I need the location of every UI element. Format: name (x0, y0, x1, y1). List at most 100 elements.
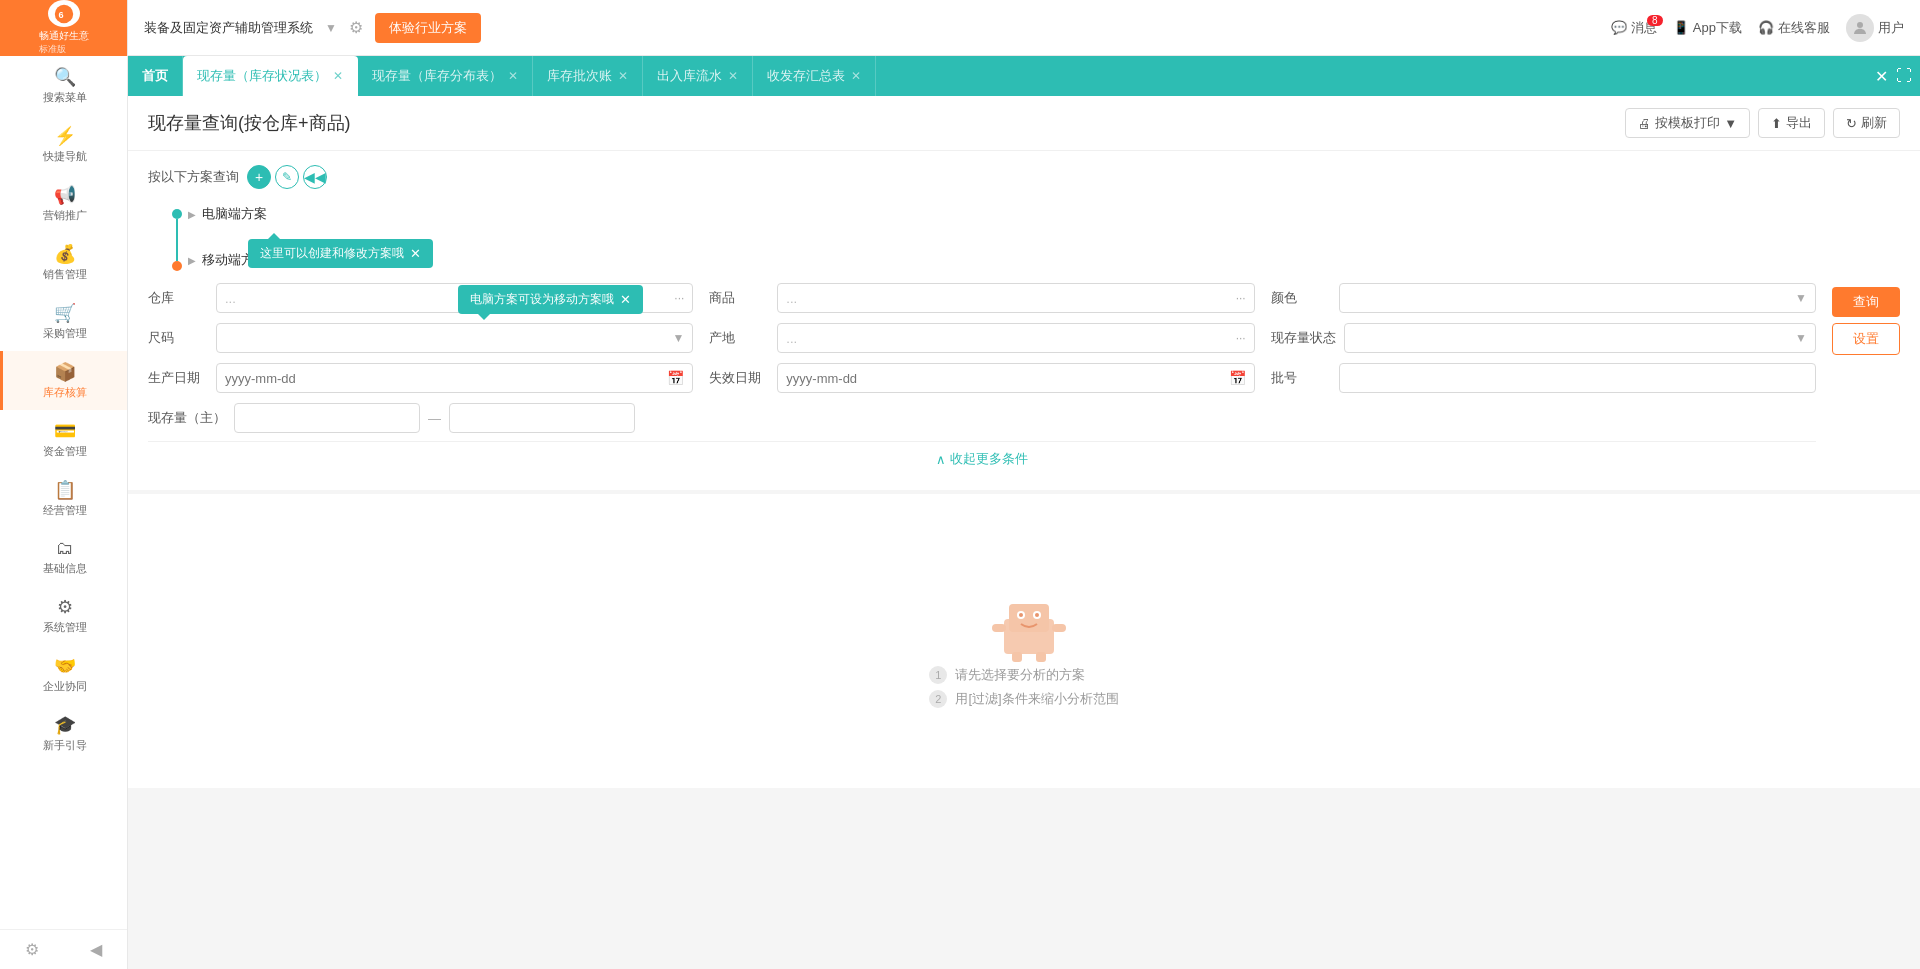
refresh-button[interactable]: ↻ 刷新 (1833, 108, 1900, 138)
stock-max-input[interactable] (449, 403, 635, 433)
close-all-tabs-icon[interactable]: ✕ (1875, 67, 1888, 86)
tab-collection[interactable]: 收发存汇总表 ✕ (753, 56, 876, 96)
settings-footer-icon[interactable]: ⚙ (25, 940, 39, 959)
tab-inventory-dist[interactable]: 现存量（库存分布表） ✕ (358, 56, 533, 96)
empty-state-container: 1 请先选择要分析的方案 2 用[过滤]条件来缩小分析范围 (128, 494, 1920, 788)
sidebar-item-enterprise[interactable]: 🤝 企业协同 (0, 645, 127, 704)
gear-icon: ⚙ (57, 596, 73, 618)
produce-date-input[interactable]: 📅 (216, 363, 693, 393)
svg-rect-10 (1052, 624, 1066, 632)
filter-row-stock-status: 现存量状态 ▼ (1271, 323, 1816, 353)
filter-row-color: 颜色 ▼ (1271, 283, 1816, 313)
scheme-item-pc[interactable]: ▶ 电脑端方案 (168, 201, 1900, 227)
empty-text: 1 请先选择要分析的方案 2 用[过滤]条件来缩小分析范围 (929, 666, 1118, 708)
sidebar-item-quick[interactable]: ⚡ 快捷导航 (0, 115, 127, 174)
cart-icon: 🛒 (54, 302, 76, 324)
sidebar-item-operation[interactable]: 📋 经营管理 (0, 469, 127, 528)
calendar-icon2: 📅 (1229, 370, 1246, 386)
dropdown-arrow-icon[interactable]: ▼ (325, 21, 337, 35)
maximize-icon[interactable]: ⛶ (1896, 67, 1912, 85)
svg-point-2 (1857, 22, 1863, 28)
tooltip1-close-button[interactable]: ✕ (620, 292, 631, 307)
tab-inout[interactable]: 出入库流水 ✕ (643, 56, 753, 96)
phone-icon: 📱 (1673, 20, 1689, 35)
batch-input[interactable] (1339, 363, 1816, 393)
arrow-left-button[interactable]: ◀◀ (303, 165, 327, 189)
stock-max-field[interactable] (458, 411, 626, 426)
sidebar-item-guide[interactable]: 🎓 新手引导 (0, 704, 127, 763)
main-area: 装备及固定资产辅助管理系统 ▼ ⚙ 体验行业方案 💬 消息 8 📱 App下载 … (128, 0, 1920, 969)
stock-status-select[interactable]: ▼ (1344, 323, 1816, 353)
sidebar: 6 畅通好生意 标准版 🔍 搜索菜单 ⚡ 快捷导航 📢 营销推广 💰 销售管理 … (0, 0, 128, 969)
sidebar-item-inventory[interactable]: 📦 库存核算 (0, 351, 127, 410)
money-icon: 💰 (54, 243, 76, 265)
user-item[interactable]: 用户 (1846, 14, 1904, 42)
filter-grid: 仓库 ... ··· 商品 ... (148, 283, 1816, 393)
connector-dot-top (172, 209, 182, 219)
origin-select[interactable]: ... ··· (777, 323, 1254, 353)
sidebar-item-system[interactable]: ⚙ 系统管理 (0, 586, 127, 645)
svg-point-8 (1035, 613, 1039, 617)
app-download-item[interactable]: 📱 App下载 (1673, 19, 1742, 37)
edit-scheme-button[interactable]: ✎ (275, 165, 299, 189)
origin-dropdown-icon: ··· (1236, 331, 1246, 345)
print-button[interactable]: 🖨 按模板打印 ▼ (1625, 108, 1750, 138)
tab-close-icon[interactable]: ✕ (333, 69, 343, 83)
message-icon: 💬 (1611, 20, 1627, 35)
batch-field[interactable] (1348, 371, 1807, 386)
add-scheme-button[interactable]: + (247, 165, 271, 189)
industry-plan-button[interactable]: 体验行业方案 (375, 13, 481, 43)
sidebar-item-finance[interactable]: 💳 资金管理 (0, 410, 127, 469)
sidebar-item-marketing[interactable]: 📢 营销推广 (0, 174, 127, 233)
system-title: 装备及固定资产辅助管理系统 (144, 19, 313, 37)
logo-icon: 6 (48, 0, 80, 27)
color-select[interactable]: ▼ (1339, 283, 1816, 313)
filter-grid-area: 仓库 ... ··· 商品 ... (148, 283, 1816, 476)
tab-inventory-status[interactable]: 现存量（库存状况表） ✕ (183, 56, 358, 96)
message-item[interactable]: 💬 消息 8 (1611, 19, 1657, 37)
stock-min-field[interactable] (243, 411, 411, 426)
reset-button[interactable]: 设置 (1832, 323, 1900, 355)
page-actions: 🖨 按模板打印 ▼ ⬆ 导出 ↻ 刷新 (1625, 108, 1900, 138)
sidebar-footer: ⚙ ◀ (0, 929, 127, 969)
print-icon: 🖨 (1638, 116, 1651, 131)
sidebar-item-search[interactable]: 🔍 搜索菜单 (0, 56, 127, 115)
tab-close-icon2[interactable]: ✕ (508, 69, 518, 83)
page-header: 现存量查询(按仓库+商品) 🖨 按模板打印 ▼ ⬆ 导出 ↻ 刷新 (128, 96, 1920, 151)
produce-date-field[interactable] (225, 371, 667, 386)
refresh-icon: ↻ (1846, 116, 1857, 131)
stock-min-input[interactable] (234, 403, 420, 433)
warehouse-dropdown-icon: ··· (674, 291, 684, 305)
connector-line (176, 219, 178, 261)
sidebar-item-sales[interactable]: 💰 销售管理 (0, 233, 127, 292)
logo-text: 畅通好生意 标准版 (39, 29, 89, 56)
tabs-right-actions: ✕ ⛶ (1875, 67, 1920, 86)
filter-section-inner: 按以下方案查询 + ✎ ◀◀ 电脑方案可设为移动方案哦 ✕ (148, 165, 1900, 476)
tab-close-icon4[interactable]: ✕ (728, 69, 738, 83)
online-service-item[interactable]: 🎧 在线客服 (1758, 19, 1830, 37)
tab-home[interactable]: 首页 (128, 56, 183, 96)
header-gear-icon[interactable]: ⚙ (349, 18, 363, 37)
tab-close-icon3[interactable]: ✕ (618, 69, 628, 83)
scheme-arrow-mobile: ▶ (188, 255, 196, 266)
search-button[interactable]: 查询 (1832, 287, 1900, 317)
collapse-more-button[interactable]: ∧ 收起更多条件 (148, 441, 1816, 476)
export-icon: ⬆ (1771, 116, 1782, 131)
tooltip2-close-button[interactable]: ✕ (410, 246, 421, 261)
print-dropdown-icon: ▼ (1724, 116, 1737, 131)
collapse-sidebar-icon[interactable]: ◀ (90, 940, 102, 959)
size-select[interactable]: ▼ (216, 323, 693, 353)
expire-date-input[interactable]: 📅 (777, 363, 1254, 393)
expire-date-field[interactable] (786, 371, 1228, 386)
scheme-arrow-pc: ▶ (188, 209, 196, 220)
sidebar-item-purchase[interactable]: 🛒 采购管理 (0, 292, 127, 351)
filter-row-goods: 商品 ... ··· (709, 283, 1254, 313)
tab-batch[interactable]: 库存批次账 ✕ (533, 56, 643, 96)
tab-close-icon5[interactable]: ✕ (851, 69, 861, 83)
sidebar-nav: 🔍 搜索菜单 ⚡ 快捷导航 📢 营销推广 💰 销售管理 🛒 采购管理 📦 库存核… (0, 56, 127, 929)
export-button[interactable]: ⬆ 导出 (1758, 108, 1825, 138)
graduate-icon: 🎓 (54, 714, 76, 736)
goods-select[interactable]: ... ··· (777, 283, 1254, 313)
sidebar-item-basic[interactable]: 🗂 基础信息 (0, 528, 127, 586)
folder-icon: 🗂 (56, 538, 74, 559)
